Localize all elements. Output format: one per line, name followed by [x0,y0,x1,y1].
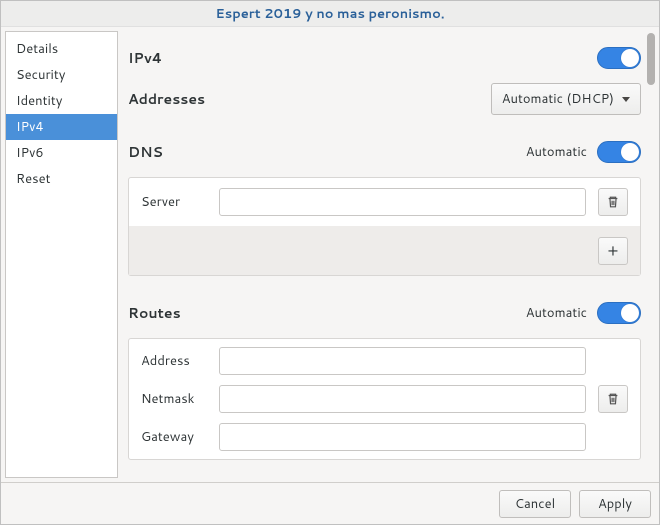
sidebar-item-ipv6[interactable]: IPv6 [6,140,117,166]
plus-icon: + [608,243,619,259]
route-netmask-input[interactable] [219,385,586,413]
addresses-heading: Addresses [128,89,205,109]
trash-icon [606,392,620,406]
sidebar-item-security[interactable]: Security [6,62,117,88]
route-gateway-label: Gateway [141,428,207,446]
dns-panel: Server + [128,177,641,276]
cancel-button[interactable]: Cancel [499,490,571,518]
dns-server-label: Server [141,193,207,211]
routes-auto-toggle[interactable] [597,302,641,324]
action-bar: Cancel Apply [1,482,659,524]
ipv4-heading: IPv4 [128,48,162,68]
routes-heading: Routes [128,303,181,323]
chevron-down-icon [622,97,630,102]
sidebar-item-reset[interactable]: Reset [6,166,117,192]
dns-heading: DNS [128,142,163,162]
addresses-mode-label: Automatic (DHCP) [502,90,614,108]
dns-server-input[interactable] [219,188,586,216]
sidebar: Details Security Identity IPv4 IPv6 Rese… [5,31,118,478]
routes-panel: Address Netmask Gateway [128,338,641,460]
dns-delete-button[interactable] [598,188,628,216]
route-netmask-label: Netmask [141,390,207,408]
dns-auto-label: Automatic [526,143,587,161]
sidebar-item-details[interactable]: Details [6,36,117,62]
route-address-input[interactable] [219,347,586,375]
apply-button[interactable]: Apply [579,490,651,518]
route-address-label: Address [141,352,207,370]
window-title: Espert 2019 y no mas peronismo. [1,1,659,27]
sidebar-item-identity[interactable]: Identity [6,88,117,114]
dns-add-button[interactable]: + [598,237,628,265]
addresses-mode-combo[interactable]: Automatic (DHCP) [491,83,641,115]
ipv4-toggle[interactable] [597,47,641,69]
route-delete-button[interactable] [598,385,628,413]
route-gateway-input[interactable] [219,423,586,451]
trash-icon [606,195,620,209]
routes-auto-label: Automatic [526,304,587,322]
dns-auto-toggle[interactable] [597,141,641,163]
sidebar-item-ipv4[interactable]: IPv4 [6,114,117,140]
scrollbar[interactable] [647,33,655,85]
